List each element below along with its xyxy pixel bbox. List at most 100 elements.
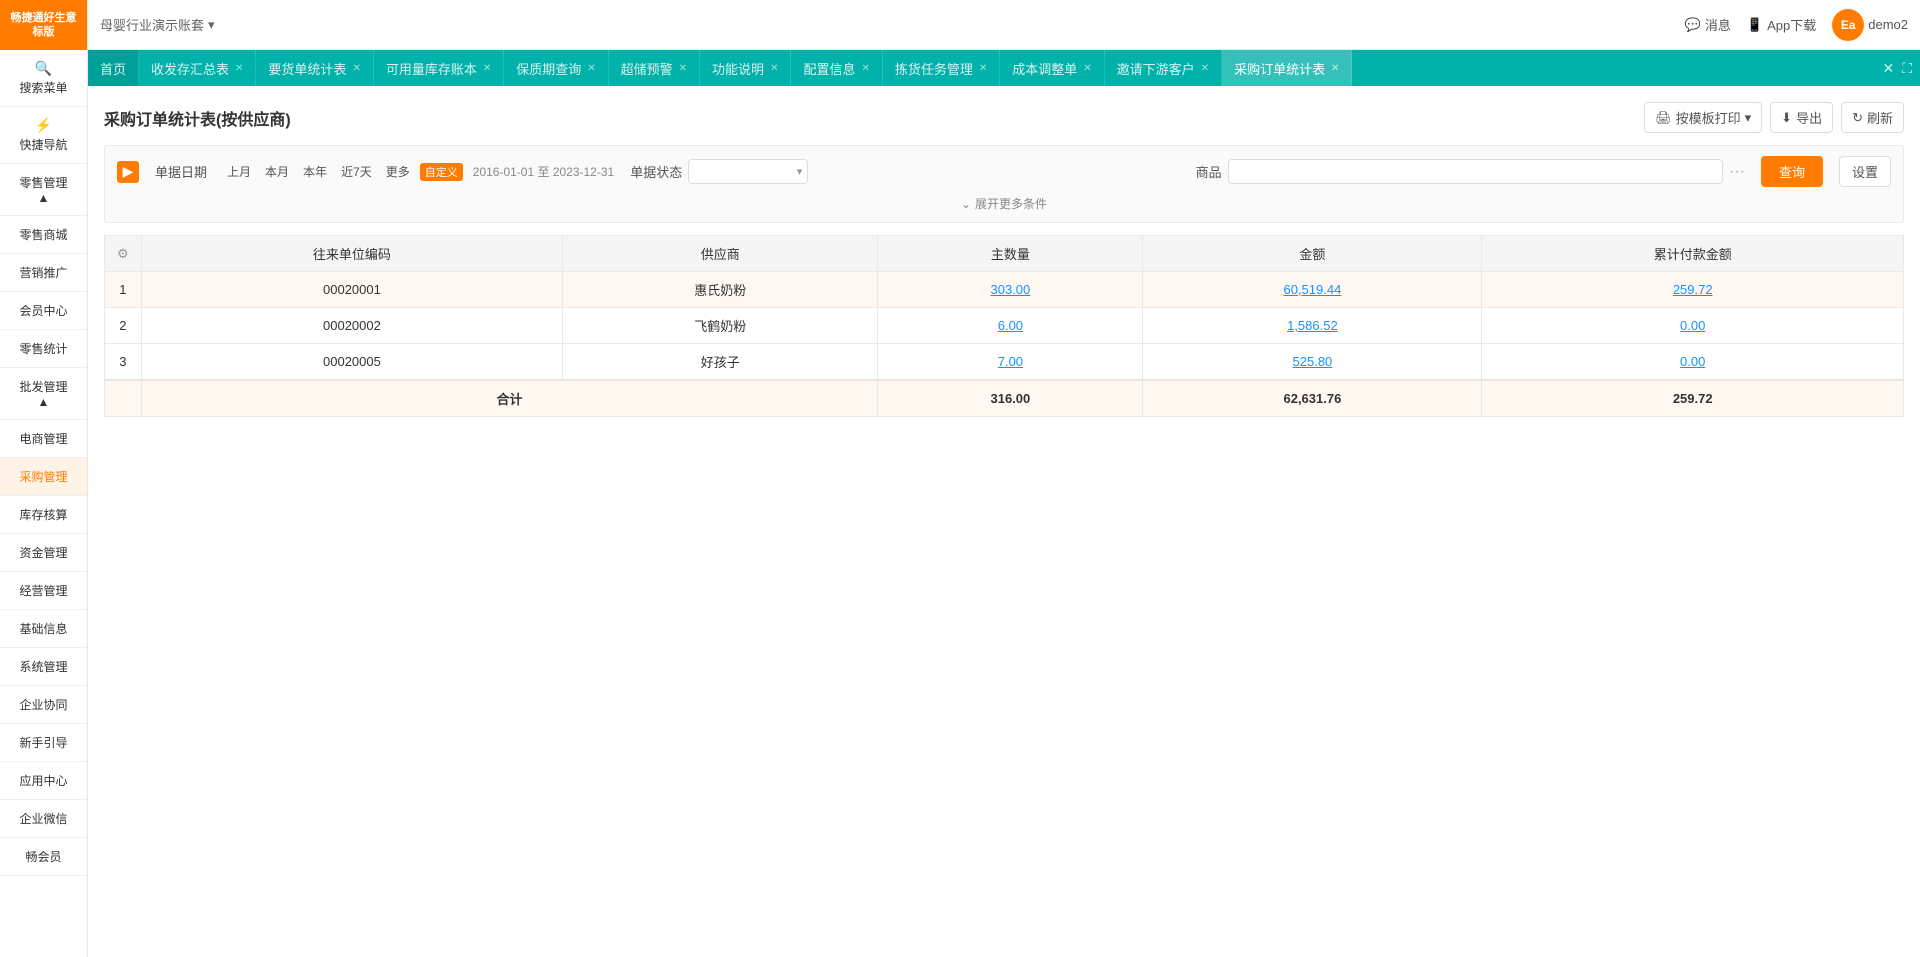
tab-close-icon[interactable]: ✕ bbox=[1083, 63, 1091, 74]
tab-label: 超储预警 bbox=[621, 59, 673, 78]
sidebar-item-wholesale-mgmt[interactable]: 批发管理 ▲ bbox=[0, 368, 87, 420]
tab-order-summary[interactable]: 要货单统计表 ✕ bbox=[256, 50, 373, 86]
tab-available-stock[interactable]: 可用量库存账本 ✕ bbox=[374, 50, 504, 86]
data-table: ⚙ 往来单位编码 供应商 主数量 金额 累计付款金额 1 00020001 惠氏… bbox=[104, 235, 1904, 417]
row-amount[interactable]: 525.80 bbox=[1143, 344, 1482, 381]
row-supplier: 惠氏奶粉 bbox=[563, 272, 878, 308]
sidebar-item-label: 企业协同 bbox=[4, 696, 83, 713]
row-paid-amount[interactable]: 0.00 bbox=[1482, 308, 1904, 344]
fullscreen-icon[interactable]: ⛶ bbox=[1902, 60, 1912, 77]
status-select[interactable] bbox=[688, 159, 808, 184]
table-footer: 合计 316.00 62,631.76 259.72 bbox=[105, 380, 1904, 417]
tab-close-icon[interactable]: ✕ bbox=[587, 63, 595, 74]
tab-close-icon[interactable]: ✕ bbox=[679, 63, 687, 74]
tab-receive-summary[interactable]: 收发存汇总表 ✕ bbox=[139, 50, 256, 86]
more-icon[interactable]: ··· bbox=[1729, 163, 1745, 181]
date-range: 2016-01-01 至 2023-12-31 bbox=[473, 163, 614, 180]
tab-function-desc[interactable]: 功能说明 ✕ bbox=[700, 50, 791, 86]
row-quantity[interactable]: 6.00 bbox=[878, 308, 1143, 344]
custom-date-badge[interactable]: 自定义 bbox=[420, 163, 463, 181]
sidebar-item-new-user-guide[interactable]: 新手引导 bbox=[0, 724, 87, 762]
sidebar-item-label: 系统管理 bbox=[4, 658, 83, 675]
status-label: 单据状态 bbox=[630, 162, 682, 181]
column-quantity: 主数量 bbox=[878, 236, 1143, 272]
sidebar-item-vip-member[interactable]: 畅会员 bbox=[0, 838, 87, 876]
sidebar-item-search[interactable]: 🔍 搜索菜单 bbox=[0, 50, 87, 107]
date-filter-label: 单据日期 bbox=[155, 162, 207, 181]
sidebar-item-app-center[interactable]: 应用中心 bbox=[0, 762, 87, 800]
goods-input[interactable] bbox=[1228, 159, 1723, 184]
app-download-button[interactable]: 📱 App下载 bbox=[1747, 15, 1816, 34]
sidebar-item-label: 批发管理 bbox=[4, 378, 83, 395]
row-amount[interactable]: 1,586.52 bbox=[1143, 308, 1482, 344]
tab-close-icon[interactable]: ✕ bbox=[1331, 63, 1339, 74]
sidebar-item-quick-nav[interactable]: ⚡ 快捷导航 bbox=[0, 107, 87, 164]
date-option-this-month[interactable]: 本月 bbox=[261, 161, 293, 182]
page-content: 采购订单统计表(按供应商) 🖨 按模板打印 ▾ ⬇ 导出 ↻ 刷新 bbox=[88, 86, 1920, 957]
print-button[interactable]: 🖨 按模板打印 ▾ bbox=[1644, 102, 1762, 133]
org-selector[interactable]: 母婴行业演示账套 ▾ bbox=[100, 15, 215, 34]
close-tab-icon[interactable]: ✕ bbox=[1882, 60, 1894, 77]
row-quantity[interactable]: 303.00 bbox=[878, 272, 1143, 308]
tab-home[interactable]: 首页 bbox=[88, 50, 139, 86]
date-option-this-year[interactable]: 本年 bbox=[299, 161, 331, 182]
sidebar-item-marketing[interactable]: 营销推广 bbox=[0, 254, 87, 292]
tab-purchase-summary[interactable]: 采购订单统计表 ✕ bbox=[1222, 50, 1352, 86]
expand-button[interactable]: ⌄ 展开更多条件 bbox=[961, 195, 1047, 212]
tab-cost-adjust[interactable]: 成本调整单 ✕ bbox=[1000, 50, 1104, 86]
sidebar-item-enterprise-collab[interactable]: 企业协同 bbox=[0, 686, 87, 724]
message-icon: 💬 bbox=[1685, 17, 1701, 33]
sidebar-item-retail-stats[interactable]: 零售统计 bbox=[0, 330, 87, 368]
date-option-last-month[interactable]: 上月 bbox=[223, 161, 255, 182]
footer-quantity: 316.00 bbox=[878, 380, 1143, 417]
sidebar-item-system-mgmt[interactable]: 系统管理 bbox=[0, 648, 87, 686]
tab-storage-task[interactable]: 拣货任务管理 ✕ bbox=[883, 50, 1000, 86]
tab-label: 保质期查询 bbox=[516, 59, 581, 78]
sidebar-item-retail-mgmt[interactable]: 零售管理 ▲ bbox=[0, 164, 87, 216]
sidebar-item-inventory-check[interactable]: 库存核算 bbox=[0, 496, 87, 534]
query-button[interactable]: 查询 bbox=[1761, 156, 1823, 187]
tab-close-icon[interactable]: ✕ bbox=[483, 63, 491, 74]
row-quantity[interactable]: 7.00 bbox=[878, 344, 1143, 381]
refresh-button[interactable]: ↻ 刷新 bbox=[1841, 102, 1904, 133]
footer-empty bbox=[105, 380, 142, 417]
tab-close-icon[interactable]: ✕ bbox=[352, 63, 360, 74]
settings-button[interactable]: 设置 bbox=[1839, 156, 1891, 187]
sidebar-item-basic-info[interactable]: 基础信息 bbox=[0, 610, 87, 648]
column-settings[interactable]: ⚙ bbox=[105, 236, 142, 272]
user-name: demo2 bbox=[1868, 17, 1908, 32]
tab-invite-downstream[interactable]: 邀请下游客户 ✕ bbox=[1105, 50, 1222, 86]
export-button[interactable]: ⬇ 导出 bbox=[1770, 102, 1833, 133]
date-option-last-7-days[interactable]: 近7天 bbox=[337, 161, 376, 182]
row-amount[interactable]: 60,519.44 bbox=[1143, 272, 1482, 308]
tab-close-icon[interactable]: ✕ bbox=[1201, 63, 1209, 74]
topbar-left: 母婴行业演示账套 ▾ bbox=[100, 15, 215, 34]
tab-close-icon[interactable]: ✕ bbox=[861, 63, 869, 74]
sidebar-item-retail-shop[interactable]: 零售商城 bbox=[0, 216, 87, 254]
sidebar: 畅捷通好生意 标版 🔍 搜索菜单 ⚡ 快捷导航 零售管理 ▲ 零售商城 营销推广… bbox=[0, 0, 88, 957]
tab-overstock-warning[interactable]: 超储预警 ✕ bbox=[609, 50, 700, 86]
filter-toggle-button[interactable]: ▶ bbox=[117, 161, 139, 183]
sidebar-item-member-center[interactable]: 会员中心 bbox=[0, 292, 87, 330]
tab-close-icon[interactable]: ✕ bbox=[770, 63, 778, 74]
tab-close-icon[interactable]: ✕ bbox=[235, 63, 243, 74]
sidebar-item-label: 资金管理 bbox=[4, 544, 83, 561]
table-row: 2 00020002 飞鹤奶粉 6.00 1,586.52 0.00 bbox=[105, 308, 1904, 344]
sidebar-item-enterprise-wechat[interactable]: 企业微信 bbox=[0, 800, 87, 838]
user-avatar-area[interactable]: Ea demo2 bbox=[1832, 9, 1908, 41]
tab-label: 功能说明 bbox=[712, 59, 764, 78]
row-paid-amount[interactable]: 0.00 bbox=[1482, 344, 1904, 381]
sidebar-item-finance-mgmt[interactable]: 资金管理 bbox=[0, 534, 87, 572]
sidebar-item-operations-mgmt[interactable]: 经营管理 bbox=[0, 572, 87, 610]
sidebar-item-label: 库存核算 bbox=[4, 506, 83, 523]
date-option-more[interactable]: 更多 bbox=[382, 161, 414, 182]
sidebar-item-ecommerce-mgmt[interactable]: 电商管理 bbox=[0, 420, 87, 458]
row-paid-amount[interactable]: 259.72 bbox=[1482, 272, 1904, 308]
tab-config-info[interactable]: 配置信息 ✕ bbox=[791, 50, 882, 86]
tab-close-icon[interactable]: ✕ bbox=[979, 63, 987, 74]
app-download-label: App下载 bbox=[1767, 15, 1816, 34]
tab-shelf-life[interactable]: 保质期查询 ✕ bbox=[504, 50, 608, 86]
row-index: 1 bbox=[105, 272, 142, 308]
sidebar-item-purchase-mgmt[interactable]: 采购管理 bbox=[0, 458, 87, 496]
message-button[interactable]: 💬 消息 bbox=[1685, 15, 1731, 34]
